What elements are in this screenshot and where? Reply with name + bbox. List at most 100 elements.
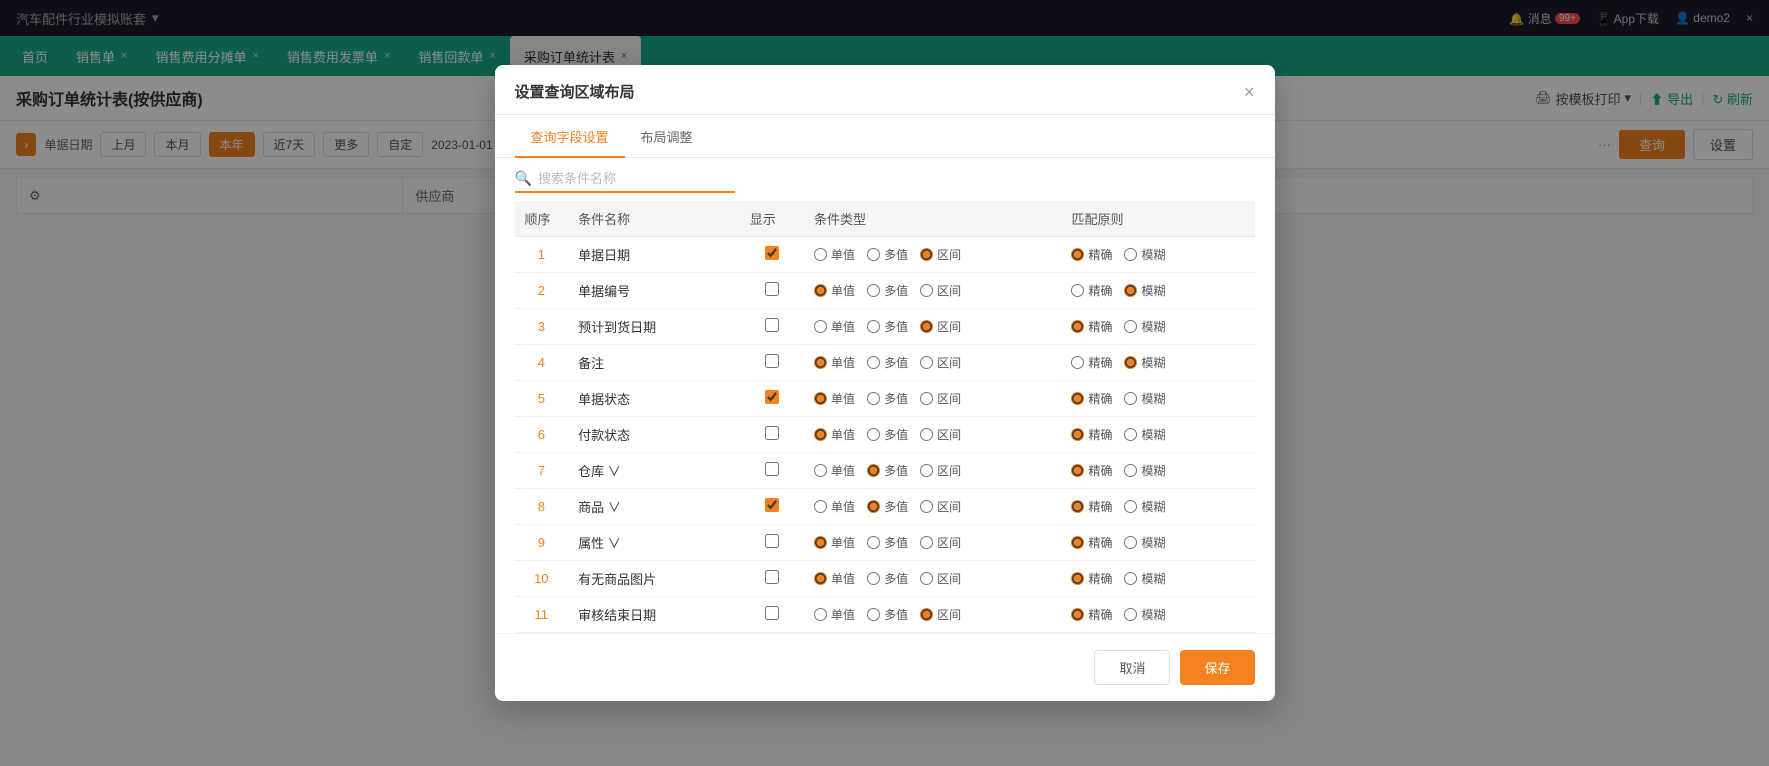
match-option-模糊-9[interactable]: 模糊 [1124,570,1165,587]
match-option-精确-9[interactable]: 精确 [1071,570,1112,587]
type-option-单值-3[interactable]: 单值 [814,354,855,371]
type-option-区间-0[interactable]: 区间 [920,246,961,263]
row-match-6[interactable]: 精确模糊 [1061,453,1254,489]
show-checkbox-3[interactable] [765,354,779,368]
row-show-3[interactable] [740,345,804,381]
row-type-10[interactable]: 单值多值区间 [804,597,1061,633]
match-option-精确-4[interactable]: 精确 [1071,390,1112,407]
show-checkbox-6[interactable] [765,462,779,476]
match-option-模糊-5[interactable]: 模糊 [1124,426,1165,443]
show-checkbox-7[interactable] [765,498,779,512]
type-option-单值-0[interactable]: 单值 [814,246,855,263]
row-match-8[interactable]: 精确模糊 [1061,525,1254,561]
type-option-多值-1[interactable]: 多值 [867,282,908,299]
type-option-单值-10[interactable]: 单值 [814,606,855,623]
type-option-区间-3[interactable]: 区间 [920,354,961,371]
row-match-5[interactable]: 精确模糊 [1061,417,1254,453]
cancel-btn[interactable]: 取消 [1094,650,1170,685]
type-option-多值-2[interactable]: 多值 [867,318,908,335]
type-option-多值-6[interactable]: 多值 [867,462,908,479]
type-option-单值-7[interactable]: 单值 [814,498,855,515]
row-type-4[interactable]: 单值多值区间 [804,381,1061,417]
type-option-区间-10[interactable]: 区间 [920,606,961,623]
type-option-多值-5[interactable]: 多值 [867,426,908,443]
type-option-区间-4[interactable]: 区间 [920,390,961,407]
type-option-多值-8[interactable]: 多值 [867,534,908,551]
match-option-精确-8[interactable]: 精确 [1071,534,1112,551]
tab-layout-adjust[interactable]: 布局调整 [625,115,709,158]
match-option-模糊-10[interactable]: 模糊 [1124,606,1165,623]
match-option-精确-0[interactable]: 精确 [1071,246,1112,263]
type-option-单值-6[interactable]: 单值 [814,462,855,479]
row-show-2[interactable] [740,309,804,345]
row-show-9[interactable] [740,561,804,597]
match-option-模糊-7[interactable]: 模糊 [1124,498,1165,515]
type-option-单值-9[interactable]: 单值 [814,570,855,587]
match-option-精确-10[interactable]: 精确 [1071,606,1112,623]
show-checkbox-4[interactable] [765,390,779,404]
type-option-区间-9[interactable]: 区间 [920,570,961,587]
tab-query-fields[interactable]: 查询字段设置 [515,115,625,158]
type-option-单值-1[interactable]: 单值 [814,282,855,299]
row-show-4[interactable] [740,381,804,417]
row-show-1[interactable] [740,273,804,309]
row-match-0[interactable]: 精确模糊 [1061,237,1254,273]
type-option-区间-2[interactable]: 区间 [920,318,961,335]
row-type-2[interactable]: 单值多值区间 [804,309,1061,345]
type-option-单值-4[interactable]: 单值 [814,390,855,407]
type-option-多值-0[interactable]: 多值 [867,246,908,263]
match-option-精确-2[interactable]: 精确 [1071,318,1112,335]
row-type-7[interactable]: 单值多值区间 [804,489,1061,525]
show-checkbox-8[interactable] [765,534,779,548]
match-option-模糊-4[interactable]: 模糊 [1124,390,1165,407]
type-option-多值-7[interactable]: 多值 [867,498,908,515]
row-type-5[interactable]: 单值多值区间 [804,417,1061,453]
type-option-单值-2[interactable]: 单值 [814,318,855,335]
type-option-区间-7[interactable]: 区间 [920,498,961,515]
search-input[interactable] [538,171,718,186]
match-option-模糊-3[interactable]: 模糊 [1124,354,1165,371]
match-option-精确-6[interactable]: 精确 [1071,462,1112,479]
row-match-9[interactable]: 精确模糊 [1061,561,1254,597]
match-option-精确-7[interactable]: 精确 [1071,498,1112,515]
show-checkbox-2[interactable] [765,318,779,332]
type-option-多值-9[interactable]: 多值 [867,570,908,587]
type-option-单值-5[interactable]: 单值 [814,426,855,443]
type-option-区间-5[interactable]: 区间 [920,426,961,443]
dialog-close-btn[interactable]: × [1244,83,1255,101]
save-btn[interactable]: 保存 [1180,650,1254,685]
row-type-1[interactable]: 单值多值区间 [804,273,1061,309]
row-show-8[interactable] [740,525,804,561]
row-type-0[interactable]: 单值多值区间 [804,237,1061,273]
row-type-6[interactable]: 单值多值区间 [804,453,1061,489]
row-match-7[interactable]: 精确模糊 [1061,489,1254,525]
row-match-4[interactable]: 精确模糊 [1061,381,1254,417]
row-show-10[interactable] [740,597,804,633]
match-option-模糊-2[interactable]: 模糊 [1124,318,1165,335]
type-option-多值-10[interactable]: 多值 [867,606,908,623]
match-option-模糊-8[interactable]: 模糊 [1124,534,1165,551]
type-option-区间-8[interactable]: 区间 [920,534,961,551]
row-show-7[interactable] [740,489,804,525]
row-match-2[interactable]: 精确模糊 [1061,309,1254,345]
match-option-精确-3[interactable]: 精确 [1071,354,1112,371]
row-match-10[interactable]: 精确模糊 [1061,597,1254,633]
row-type-8[interactable]: 单值多值区间 [804,525,1061,561]
row-type-9[interactable]: 单值多值区间 [804,561,1061,597]
type-option-区间-6[interactable]: 区间 [920,462,961,479]
row-show-5[interactable] [740,417,804,453]
match-option-模糊-0[interactable]: 模糊 [1124,246,1165,263]
show-checkbox-1[interactable] [765,282,779,296]
row-match-3[interactable]: 精确模糊 [1061,345,1254,381]
type-option-单值-8[interactable]: 单值 [814,534,855,551]
show-checkbox-10[interactable] [765,606,779,620]
show-checkbox-0[interactable] [765,246,779,260]
row-show-6[interactable] [740,453,804,489]
match-option-精确-5[interactable]: 精确 [1071,426,1112,443]
type-option-多值-3[interactable]: 多值 [867,354,908,371]
type-option-多值-4[interactable]: 多值 [867,390,908,407]
type-option-区间-1[interactable]: 区间 [920,282,961,299]
row-show-0[interactable] [740,237,804,273]
match-option-模糊-6[interactable]: 模糊 [1124,462,1165,479]
show-checkbox-9[interactable] [765,570,779,584]
